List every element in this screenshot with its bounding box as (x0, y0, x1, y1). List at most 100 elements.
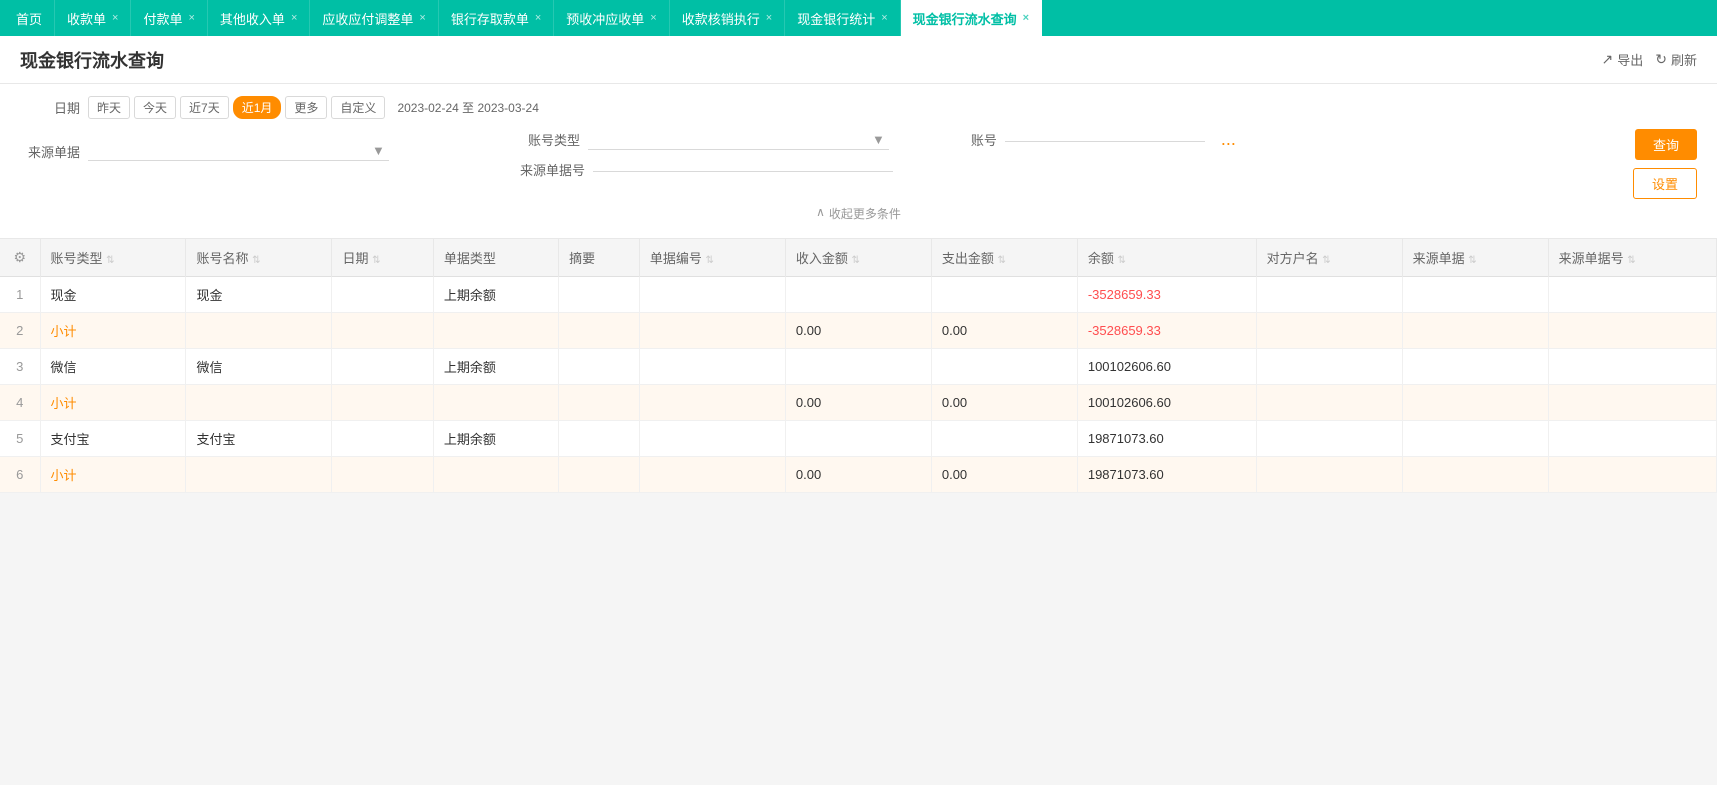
cell-doc-no (639, 349, 785, 385)
refresh-button[interactable]: ↻ 刷新 (1655, 50, 1697, 69)
date-btn-7days[interactable]: 近7天 (180, 96, 229, 119)
cell-source-doc-no (1548, 313, 1716, 349)
cell-balance: -3528659.33 (1077, 313, 1256, 349)
source-doc-select[interactable]: ▼ (88, 141, 389, 161)
col-counterparty[interactable]: 对方户名 ⇅ (1256, 239, 1402, 277)
cell-counterparty (1256, 385, 1402, 421)
nav-receipt[interactable]: 收款单 × (55, 0, 131, 36)
row-no: 4 (0, 385, 40, 421)
account-type-select[interactable]: ▼ (588, 130, 889, 150)
cell-account-type: 微信 (40, 349, 186, 385)
row-no: 3 (0, 349, 40, 385)
col-income[interactable]: 收入金额 ⇅ (785, 239, 931, 277)
cell-account-name (186, 313, 332, 349)
cell-doc-no (639, 385, 785, 421)
cell-doc-no (639, 313, 785, 349)
nav-other-income[interactable]: 其他收入单 × (208, 0, 310, 36)
cell-balance: 100102606.60 (1077, 349, 1256, 385)
table-row: 1现金现金上期余额-3528659.33 (0, 277, 1717, 313)
close-icon[interactable]: × (291, 12, 297, 24)
gear-icon: ⚙ (13, 249, 26, 265)
cell-source-doc (1402, 277, 1548, 313)
close-icon[interactable]: × (881, 12, 887, 24)
cell-source-doc-no (1548, 457, 1716, 493)
col-source-doc-no[interactable]: 来源单据号 ⇅ (1548, 239, 1716, 277)
source-doc-no-input[interactable] (593, 167, 893, 172)
cell-balance: 19871073.60 (1077, 421, 1256, 457)
date-btn-yesterday[interactable]: 昨天 (88, 96, 130, 119)
export-button[interactable]: ↗ 导出 (1602, 50, 1644, 69)
nav-home[interactable]: 首页 (4, 0, 55, 36)
close-icon[interactable]: × (1023, 12, 1029, 24)
close-icon[interactable]: × (419, 12, 425, 24)
cell-source-doc (1402, 457, 1548, 493)
date-btn-custom[interactable]: 自定义 (331, 96, 385, 119)
date-btn-more[interactable]: 更多 (285, 96, 327, 119)
cell-counterparty (1256, 349, 1402, 385)
cell-counterparty (1256, 457, 1402, 493)
date-btn-1month[interactable]: 近1月 (233, 96, 282, 119)
col-account-type[interactable]: 账号类型 ⇅ (40, 239, 186, 277)
col-source-doc[interactable]: 来源单据 ⇅ (1402, 239, 1548, 277)
collapse-bar[interactable]: ∧ 收起更多条件 (20, 199, 1697, 226)
close-icon[interactable]: × (650, 12, 656, 24)
nav-prepay[interactable]: 预收冲应收单 × (554, 0, 669, 36)
close-icon[interactable]: × (112, 12, 118, 24)
query-button[interactable]: 查询 (1635, 129, 1697, 160)
cell-summary (559, 313, 640, 349)
account-no-input[interactable] (1005, 137, 1205, 142)
date-range-display: 2023-02-24 至 2023-03-24 (397, 99, 538, 116)
cell-date (332, 385, 433, 421)
cell-summary (559, 421, 640, 457)
sort-icon: ⇅ (706, 255, 714, 266)
row-no: 1 (0, 277, 40, 313)
cell-account-type: 现金 (40, 277, 186, 313)
col-date[interactable]: 日期 ⇅ (332, 239, 433, 277)
col-balance[interactable]: 余额 ⇅ (1077, 239, 1256, 277)
cell-expense: 0.00 (931, 385, 1077, 421)
col-expense[interactable]: 支出金额 ⇅ (931, 239, 1077, 277)
date-options: 昨天 今天 近7天 近1月 更多 自定义 (88, 96, 385, 119)
cell-income: 0.00 (785, 313, 931, 349)
cell-date (332, 313, 433, 349)
sort-icon: ⇅ (1322, 255, 1330, 266)
cell-source-doc (1402, 385, 1548, 421)
col-doc-no[interactable]: 单据编号 ⇅ (639, 239, 785, 277)
sort-icon: ⇅ (1627, 255, 1635, 266)
table-row: 2小计0.000.00-3528659.33 (0, 313, 1717, 349)
settings-button[interactable]: 设置 (1633, 168, 1697, 199)
cell-balance: 100102606.60 (1077, 385, 1256, 421)
source-doc-no-label: 来源单据号 (520, 160, 585, 179)
table-header-row: ⚙ 账号类型 ⇅ 账号名称 ⇅ 日期 ⇅ 单据类型 摘要 (0, 239, 1717, 277)
cell-doc-type: 上期余额 (433, 277, 558, 313)
close-icon[interactable]: × (766, 12, 772, 24)
cell-expense: 0.00 (931, 457, 1077, 493)
cell-summary (559, 385, 640, 421)
cell-doc-type: 上期余额 (433, 421, 558, 457)
cell-income: 0.00 (785, 385, 931, 421)
cell-date (332, 349, 433, 385)
col-account-name[interactable]: 账号名称 ⇅ (186, 239, 332, 277)
close-icon[interactable]: × (188, 12, 194, 24)
nav-adjustment[interactable]: 应收应付调整单 × (310, 0, 438, 36)
query-buttons: 查询 设置 (1613, 129, 1697, 199)
nav-bank-flow[interactable]: 现金银行流水查询 × (901, 0, 1042, 36)
nav-payment[interactable]: 付款单 × (131, 0, 207, 36)
col-setting[interactable]: ⚙ (0, 239, 40, 277)
source-doc-label: 来源单据 (20, 142, 80, 161)
cell-account-name (186, 385, 332, 421)
cell-account-name: 微信 (186, 349, 332, 385)
sort-icon: ⇅ (1468, 255, 1476, 266)
nav-bank-deposit[interactable]: 银行存取款单 × (439, 0, 554, 36)
cell-account-name: 支付宝 (186, 421, 332, 457)
account-no-label: 账号 (937, 130, 997, 149)
cell-doc-type: 上期余额 (433, 349, 558, 385)
more-options-button[interactable]: ... (1221, 129, 1236, 150)
nav-verify[interactable]: 收款核销执行 × (670, 0, 785, 36)
close-icon[interactable]: × (535, 12, 541, 24)
cell-date (332, 457, 433, 493)
refresh-icon: ↻ (1655, 51, 1667, 68)
date-btn-today[interactable]: 今天 (134, 96, 176, 119)
nav-bank-stats[interactable]: 现金银行统计 × (785, 0, 900, 36)
sort-icon: ⇅ (1117, 255, 1125, 266)
